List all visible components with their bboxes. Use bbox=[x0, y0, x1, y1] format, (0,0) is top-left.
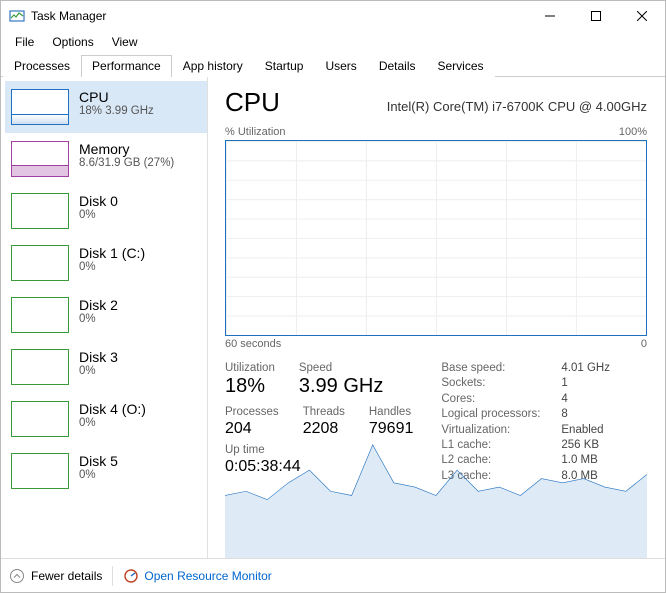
open-resource-monitor-label: Open Resource Monitor bbox=[144, 569, 271, 583]
tab-startup[interactable]: Startup bbox=[254, 55, 315, 77]
tab-details[interactable]: Details bbox=[368, 55, 427, 77]
sidebar-item-sub: 0% bbox=[79, 261, 145, 273]
disk-thumb-icon bbox=[11, 349, 69, 385]
sidebar-item-disk0[interactable]: Disk 00% bbox=[5, 185, 207, 237]
sidebar-item-disk1[interactable]: Disk 1 (C:)0% bbox=[5, 237, 207, 289]
main-panel: CPU Intel(R) Core(TM) i7-6700K CPU @ 4.0… bbox=[211, 77, 665, 558]
sidebar-item-label: Disk 1 (C:) bbox=[79, 245, 145, 261]
tab-strip: Processes Performance App history Startu… bbox=[1, 54, 665, 77]
disk-thumb-icon bbox=[11, 453, 69, 489]
open-resource-monitor-link[interactable]: Open Resource Monitor bbox=[123, 568, 271, 584]
minimize-button[interactable] bbox=[527, 1, 573, 31]
sidebar-item-memory[interactable]: Memory8.6/31.9 GB (27%) bbox=[5, 133, 207, 185]
maximize-button[interactable] bbox=[573, 1, 619, 31]
sidebar-item-label: Disk 2 bbox=[79, 297, 118, 313]
disk-thumb-icon bbox=[11, 245, 69, 281]
disk-thumb-icon bbox=[11, 401, 69, 437]
sidebar-item-disk5[interactable]: Disk 50% bbox=[5, 445, 207, 497]
tab-app-history[interactable]: App history bbox=[172, 55, 254, 77]
disk-thumb-icon bbox=[11, 297, 69, 333]
tab-performance[interactable]: Performance bbox=[81, 55, 172, 77]
resource-sidebar[interactable]: CPU18% 3.99 GHz Memory8.6/31.9 GB (27%) … bbox=[1, 77, 207, 558]
sidebar-item-label: Memory bbox=[79, 141, 174, 157]
sidebar-item-label: Disk 3 bbox=[79, 349, 118, 365]
menu-bar: File Options View bbox=[1, 31, 665, 52]
tab-processes[interactable]: Processes bbox=[3, 55, 81, 77]
sidebar-item-sub: 0% bbox=[79, 417, 146, 429]
menu-view[interactable]: View bbox=[104, 33, 146, 51]
chart-y-max: 100% bbox=[619, 126, 647, 138]
sidebar-item-disk4[interactable]: Disk 4 (O:)0% bbox=[5, 393, 207, 445]
page-title: CPU bbox=[225, 87, 280, 118]
resource-monitor-icon bbox=[123, 568, 139, 584]
memory-thumb-icon bbox=[11, 141, 69, 177]
tab-services[interactable]: Services bbox=[427, 55, 495, 77]
cpu-thumb-icon bbox=[11, 89, 69, 125]
sidebar-item-sub: 8.6/31.9 GB (27%) bbox=[79, 157, 174, 169]
menu-options[interactable]: Options bbox=[44, 33, 101, 51]
sidebar-item-sub: 0% bbox=[79, 313, 118, 325]
sidebar-item-sub: 0% bbox=[79, 209, 118, 221]
fewer-details-button[interactable]: Fewer details bbox=[9, 568, 102, 584]
sidebar-item-disk3[interactable]: Disk 30% bbox=[5, 341, 207, 393]
utilization-chart[interactable] bbox=[225, 140, 647, 336]
chart-y-label: % Utilization bbox=[225, 126, 286, 138]
cpu-name: Intel(R) Core(TM) i7-6700K CPU @ 4.00GHz bbox=[387, 99, 647, 114]
menu-file[interactable]: File bbox=[7, 33, 42, 51]
app-icon bbox=[9, 8, 25, 24]
sidebar-item-label: Disk 4 (O:) bbox=[79, 401, 146, 417]
disk-thumb-icon bbox=[11, 193, 69, 229]
window-title: Task Manager bbox=[31, 9, 527, 23]
sidebar-item-label: Disk 0 bbox=[79, 193, 118, 209]
close-button[interactable] bbox=[619, 1, 665, 31]
sidebar-item-label: CPU bbox=[79, 89, 154, 105]
sidebar-item-cpu[interactable]: CPU18% 3.99 GHz bbox=[5, 81, 207, 133]
sidebar-item-label: Disk 5 bbox=[79, 453, 118, 469]
fewer-details-label: Fewer details bbox=[31, 569, 102, 583]
sidebar-item-disk2[interactable]: Disk 20% bbox=[5, 289, 207, 341]
sidebar-item-sub: 0% bbox=[79, 469, 118, 481]
title-bar: Task Manager bbox=[1, 1, 665, 31]
sidebar-item-sub: 18% 3.99 GHz bbox=[79, 105, 154, 117]
sidebar-item-sub: 0% bbox=[79, 365, 118, 377]
separator bbox=[112, 566, 113, 586]
chevron-up-circle-icon bbox=[9, 568, 25, 584]
footer: Fewer details Open Resource Monitor bbox=[1, 558, 665, 592]
tab-users[interactable]: Users bbox=[314, 55, 367, 77]
